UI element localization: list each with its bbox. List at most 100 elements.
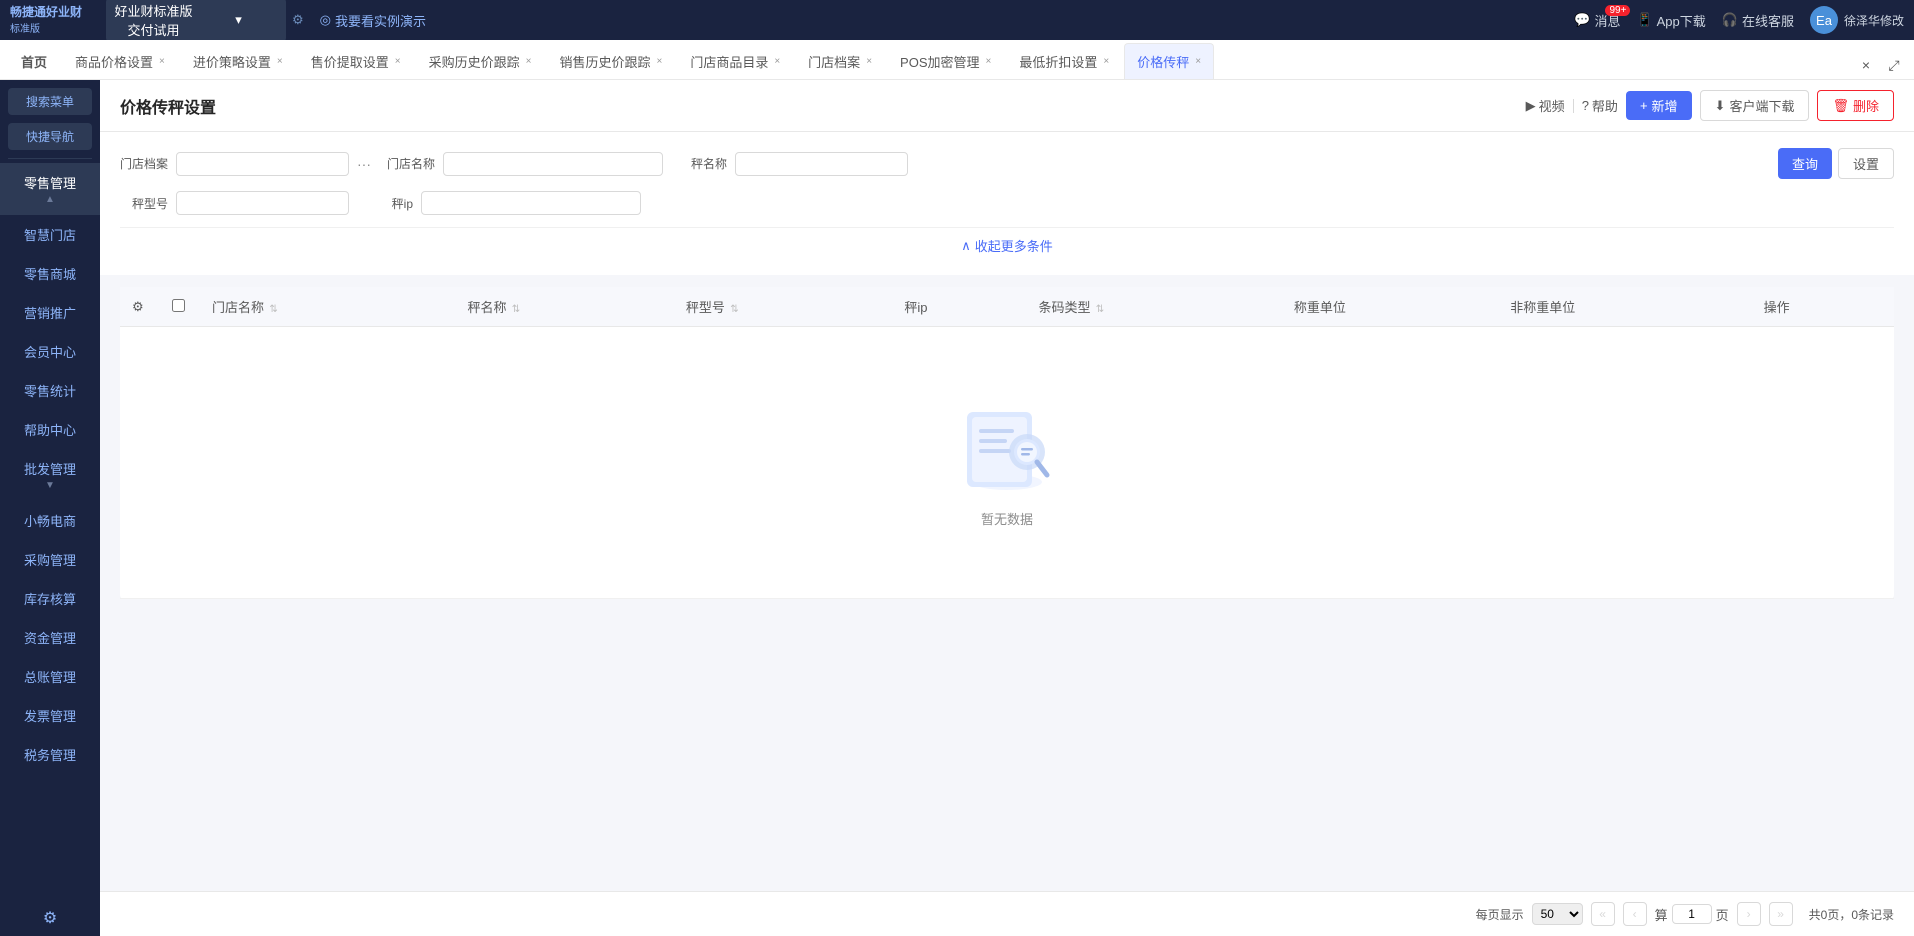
th-scale-name: 秤名称 ⇅ xyxy=(455,287,673,327)
select-all-checkbox[interactable] xyxy=(172,299,185,312)
filter-scale-name-input[interactable] xyxy=(735,152,908,176)
message-badge: 99+ xyxy=(1605,5,1630,16)
quick-nav-btn[interactable]: 快捷导航 xyxy=(8,123,92,150)
close-icon[interactable]: × xyxy=(1103,56,1109,67)
tab-pos-manage[interactable]: POS加密管理 × xyxy=(887,43,1004,79)
sidebar-item-finance[interactable]: 资金管理 xyxy=(0,618,100,657)
tab-price-scale[interactable]: 价格传秤 × xyxy=(1124,43,1214,79)
collapse-label: 收起更多条件 xyxy=(975,236,1053,255)
th-store-name: 门店名称 ⇅ xyxy=(200,287,455,327)
filter-store-name-input[interactable] xyxy=(443,152,663,176)
sort-icon: ⇅ xyxy=(1096,304,1104,315)
filter-store-profile-input[interactable] xyxy=(176,152,349,176)
settings-filter-btn[interactable]: 设置 xyxy=(1838,148,1894,179)
message-btn[interactable]: 💬 消息 99+ xyxy=(1574,11,1620,30)
tab-label: 商品价格设置 xyxy=(75,52,153,71)
close-icon[interactable]: × xyxy=(526,56,532,67)
add-label: 新增 xyxy=(1652,96,1678,115)
collapse-more-btn[interactable]: ∧ 收起更多条件 xyxy=(953,232,1061,259)
avatar: Ea xyxy=(1810,6,1838,34)
query-button[interactable]: 查询 xyxy=(1778,148,1832,179)
export-button[interactable]: ⬇ 客户端下载 xyxy=(1700,90,1810,121)
filter-scale-model-input[interactable] xyxy=(176,191,349,215)
table-body: 暂无数据 xyxy=(120,327,1894,599)
tab-label: 售价提取设置 xyxy=(311,52,389,71)
sidebar-item-ecommerce[interactable]: 小畅电商 xyxy=(0,501,100,540)
maximize-window-btn[interactable]: ⤢ xyxy=(1882,53,1906,77)
settings-icon[interactable]: ⚙ xyxy=(43,910,57,927)
tab-store-profile[interactable]: 门店档案 × xyxy=(795,43,885,79)
chevron-up-icon: ∧ xyxy=(961,238,971,254)
th-label: 称重单位 xyxy=(1294,300,1346,315)
next-page-btn[interactable]: › xyxy=(1737,902,1761,926)
page-number-input[interactable] xyxy=(1672,904,1712,924)
close-icon[interactable]: × xyxy=(395,56,401,67)
sidebar-item-tax[interactable]: 税务管理 xyxy=(0,735,100,774)
version-selector[interactable]: 好业财标准版交付试用 ▾ xyxy=(106,0,286,42)
tab-purchase-history[interactable]: 采购历史价跟踪 × xyxy=(416,43,545,79)
per-page-select[interactable]: 50 10 20 100 xyxy=(1532,903,1583,925)
tab-purchase-strategy[interactable]: 进价策略设置 × xyxy=(180,43,296,79)
filter-more-row: ∧ 收起更多条件 xyxy=(120,227,1894,267)
close-icon[interactable]: × xyxy=(1195,56,1201,67)
tab-label: 门店商品目录 xyxy=(690,52,768,71)
demo-link[interactable]: ◎ 我要看实例演示 xyxy=(320,11,426,30)
close-icon[interactable]: × xyxy=(866,56,872,67)
online-service-btn[interactable]: 🎧 在线客服 xyxy=(1722,11,1794,30)
close-window-btn[interactable]: × xyxy=(1854,53,1878,77)
settings-label: 设置 xyxy=(1853,154,1879,173)
search-menu-btn[interactable]: 搜索菜单 xyxy=(8,88,92,115)
close-icon[interactable]: × xyxy=(159,56,165,67)
help-link[interactable]: ? 帮助 xyxy=(1582,96,1618,115)
tab-product-price[interactable]: 商品价格设置 × xyxy=(62,43,178,79)
logo-title: 畅捷通好业财 xyxy=(10,5,82,19)
tab-min-discount[interactable]: 最低折扣设置 × xyxy=(1006,43,1122,79)
user-menu[interactable]: Ea 徐泽华修改 xyxy=(1810,6,1904,34)
tab-sale-price[interactable]: 售价提取设置 × xyxy=(298,43,414,79)
tab-label: 最低折扣设置 xyxy=(1019,52,1097,71)
sidebar-item-purchase[interactable]: 采购管理 xyxy=(0,540,100,579)
help-label: 帮助 xyxy=(1592,96,1618,115)
empty-row: 暂无数据 xyxy=(120,327,1894,599)
logo-sub: 标准版 xyxy=(10,20,40,35)
user-name: 徐泽华修改 xyxy=(1844,12,1904,29)
close-icon[interactable]: × xyxy=(656,56,662,67)
close-icon[interactable]: × xyxy=(774,56,780,67)
sidebar-item-retail-stats[interactable]: 零售统计 xyxy=(0,371,100,410)
sort-icon: ⇅ xyxy=(269,304,277,315)
sidebar-item-marketing[interactable]: 营销推广 xyxy=(0,293,100,332)
app-download-btn[interactable]: 📱 App下载 xyxy=(1636,11,1705,30)
online-service-label: 在线客服 xyxy=(1742,11,1794,30)
th-label: 门店名称 xyxy=(212,300,264,315)
sidebar-item-retail[interactable]: 零售管理 ▲ xyxy=(0,163,100,215)
tab-label: 价格传秤 xyxy=(1137,52,1189,71)
tab-label: 销售历史价跟踪 xyxy=(559,52,650,71)
sidebar-item-invoice[interactable]: 发票管理 xyxy=(0,696,100,735)
th-label: 条码类型 xyxy=(1038,300,1090,315)
last-page-btn[interactable]: » xyxy=(1769,902,1793,926)
column-settings-icon[interactable]: ⚙ xyxy=(132,299,144,314)
sidebar-item-general[interactable]: 总账管理 xyxy=(0,657,100,696)
export-label: 客户端下载 xyxy=(1729,96,1794,115)
sidebar-item-label: 营销推广 xyxy=(24,303,76,322)
filter-ellipsis-btn[interactable]: ··· xyxy=(357,156,371,172)
tab-sales-history[interactable]: 销售历史价跟踪 × xyxy=(546,43,675,79)
close-icon[interactable]: × xyxy=(986,56,992,67)
sidebar-item-member[interactable]: 会员中心 xyxy=(0,332,100,371)
sidebar-item-retail-mall[interactable]: 零售商城 xyxy=(0,254,100,293)
sidebar-item-help[interactable]: 帮助中心 xyxy=(0,410,100,449)
sidebar-item-label: 税务管理 xyxy=(24,745,76,764)
gear-icon-topbar[interactable]: ⚙ xyxy=(292,12,304,28)
prev-page-btn[interactable]: ‹ xyxy=(1623,902,1647,926)
sidebar-item-inventory[interactable]: 库存核算 xyxy=(0,579,100,618)
sidebar-item-smart-store[interactable]: 智慧门店 xyxy=(0,215,100,254)
video-link[interactable]: ▶ 视频 xyxy=(1526,96,1565,115)
sidebar-item-wholesale[interactable]: 批发管理 ▼ xyxy=(0,449,100,501)
tab-store-catalog[interactable]: 门店商品目录 × xyxy=(677,43,793,79)
first-page-btn[interactable]: « xyxy=(1591,902,1615,926)
close-icon[interactable]: × xyxy=(277,56,283,67)
filter-scale-ip-input[interactable] xyxy=(421,191,641,215)
tab-home[interactable]: 首页 xyxy=(8,43,60,79)
add-button[interactable]: + 新增 xyxy=(1626,91,1692,120)
delete-button[interactable]: 🗑 删除 xyxy=(1817,90,1894,121)
